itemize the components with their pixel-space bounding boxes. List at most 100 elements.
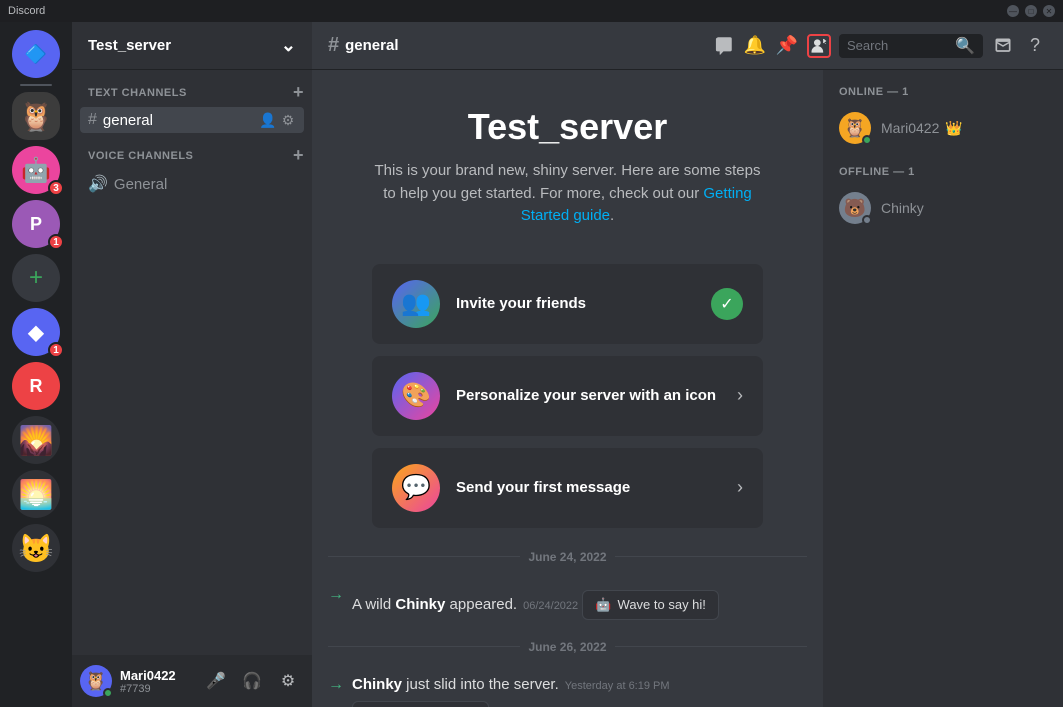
server-icon-cat[interactable]: 😺: [12, 524, 60, 572]
user-info: Mari0422 #7739: [120, 668, 192, 695]
server-icon-test-server[interactable]: 🦉: [12, 92, 60, 140]
message-arrow-2: →: [328, 676, 344, 707]
user-settings-button[interactable]: ⚙: [272, 665, 304, 697]
server-icon-p[interactable]: P 1: [12, 200, 60, 248]
date-june24: June 24, 2022: [528, 550, 606, 564]
top-bar: # general 🔔 📌 🔍 ?: [312, 22, 1063, 70]
member-item-chinky[interactable]: 🐻 Chinky: [831, 186, 1055, 230]
mario422-name: Mari0422: [881, 120, 939, 136]
mute-button[interactable]: 🎤: [200, 665, 232, 697]
mario422-badge: 👑: [945, 120, 962, 137]
server-icon-r[interactable]: R: [12, 362, 60, 410]
voice-channels-header[interactable]: VOICE CHANNELS +: [72, 141, 312, 170]
messages-area: Test_server This is your brand new, shin…: [312, 70, 823, 707]
user-name-label: Mari0422: [120, 668, 192, 683]
close-button[interactable]: ✕: [1043, 5, 1055, 17]
landscape2-icon: 🌅: [19, 478, 54, 511]
user-avatar: 🦉: [80, 665, 112, 697]
welcome-section: Test_server This is your brand new, shin…: [312, 86, 823, 258]
msg1-timestamp: 06/24/2022: [523, 600, 578, 612]
invite-emoji: 👥: [401, 289, 431, 318]
welcome-title: Test_server: [372, 106, 763, 148]
diamond-badge: 1: [48, 342, 64, 358]
server-name-label: Test_server: [88, 37, 171, 54]
date-divider-june26: June 26, 2022: [312, 632, 823, 662]
wave-button-1[interactable]: 🤖 Wave to say hi!: [582, 590, 719, 620]
wave-button-2[interactable]: 🤖 Wave to say hi!: [352, 701, 489, 707]
server-icon-robot[interactable]: 🤖 3: [12, 146, 60, 194]
task-invite[interactable]: 👥 Invite your friends ✓: [372, 264, 763, 344]
channel-list: TEXT CHANNELS + # general 👤 ⚙ VOICE CHAN…: [72, 70, 312, 655]
p-server-letter: P: [30, 214, 42, 235]
robot-icon: 🤖: [21, 156, 51, 185]
date-june26: June 26, 2022: [528, 640, 606, 654]
msg2-post: just slid into the server.: [402, 676, 559, 693]
diamond-icon: ◆: [28, 320, 43, 345]
task-send-message[interactable]: 💬 Send your first message ›: [372, 448, 763, 528]
member-item-mario422[interactable]: 🦉 Mari0422 👑: [831, 106, 1055, 150]
robot-badge: 3: [48, 180, 64, 196]
threads-button[interactable]: [711, 34, 735, 58]
msg2-username: Chinky: [352, 676, 402, 693]
server-icon-diamond[interactable]: ◆ 1: [12, 308, 60, 356]
voice-channel-name-general: General: [114, 176, 167, 193]
text-channels-header[interactable]: TEXT CHANNELS +: [72, 78, 312, 107]
search-bar[interactable]: 🔍: [839, 34, 983, 58]
task-personalize-label: Personalize your server with an icon: [456, 387, 721, 404]
channel-title: # general: [328, 34, 398, 57]
chevron-down-icon: ⌄: [281, 35, 296, 56]
window-controls[interactable]: — □ ✕: [1007, 5, 1055, 17]
inbox-button[interactable]: [991, 34, 1015, 58]
add-server-button[interactable]: +: [12, 254, 60, 302]
speaker-icon: 🔊: [88, 174, 108, 194]
message-content-2: Chinky just slid into the server.Yesterd…: [352, 674, 807, 707]
server-name-bar[interactable]: Test_server ⌄: [72, 22, 312, 70]
add-member-icon[interactable]: 👤: [260, 112, 276, 128]
server-icon-landscape1[interactable]: 🌄: [12, 416, 60, 464]
channel-hash-icon: #: [328, 34, 339, 57]
task-personalize[interactable]: 🎨 Personalize your server with an icon ›: [372, 356, 763, 436]
pin-button[interactable]: 📌: [775, 34, 799, 58]
user-controls: 🎤 🎧 ⚙: [200, 665, 304, 697]
member-list-button[interactable]: [807, 34, 831, 58]
hash-icon: #: [88, 111, 97, 129]
minimize-button[interactable]: —: [1007, 5, 1019, 17]
maximize-button[interactable]: □: [1025, 5, 1037, 17]
help-button[interactable]: ?: [1023, 34, 1047, 58]
discord-logo-icon: 🔷: [25, 44, 47, 65]
add-channel-icon[interactable]: +: [293, 82, 304, 103]
msg1-username: Chinky: [395, 596, 445, 613]
server-icon-landscape2[interactable]: 🌅: [12, 470, 60, 518]
member-list: ONLINE — 1 🦉 Mari0422 👑 OFFLINE — 1 🐻: [823, 70, 1063, 707]
task-invite-label: Invite your friends: [456, 295, 695, 312]
deafen-button[interactable]: 🎧: [236, 665, 268, 697]
task-message-icon: 💬: [392, 464, 440, 512]
server-icon-discord-home[interactable]: 🔷: [12, 30, 60, 78]
landscape1-icon: 🌄: [19, 424, 54, 457]
user-status-dot: [103, 688, 113, 698]
online-members-header: ONLINE — 1: [831, 86, 1055, 106]
search-input[interactable]: [847, 38, 949, 53]
channel-item-general-voice[interactable]: 🔊 General: [80, 170, 304, 198]
message-group-1: → A wild Chinky appeared.06/24/2022 🤖 Wa…: [312, 580, 823, 624]
message-emoji: 💬: [401, 473, 431, 502]
message-content-1: A wild Chinky appeared.06/24/2022 🤖 Wave…: [352, 584, 807, 620]
server-list: 🔷 🦉 🤖 3 P 1 + ◆ 1 R 🌄 🌅 😺: [0, 22, 72, 707]
notifications-button[interactable]: 🔔: [743, 34, 767, 58]
plus-icon: +: [29, 264, 43, 292]
divider-line-right: [615, 556, 807, 557]
divider-line-left2: [328, 646, 520, 647]
welcome-desc-end: .: [610, 207, 614, 224]
date-divider-june24: June 24, 2022: [312, 542, 823, 572]
title-bar: Discord — □ ✕: [0, 0, 1063, 22]
channel-name-general: general: [103, 112, 153, 129]
settings-icon[interactable]: ⚙: [280, 112, 296, 128]
test-server-icon: 🦉: [19, 100, 54, 133]
text-channels-label: TEXT CHANNELS: [88, 87, 187, 99]
server-list-divider: [20, 84, 52, 86]
channel-sidebar: Test_server ⌄ TEXT CHANNELS + # general …: [72, 22, 312, 707]
wave-emoji-1: 🤖: [595, 597, 611, 613]
channel-item-general[interactable]: # general 👤 ⚙: [80, 107, 304, 133]
msg1-pre: A wild: [352, 596, 395, 613]
add-voice-channel-icon[interactable]: +: [293, 145, 304, 166]
